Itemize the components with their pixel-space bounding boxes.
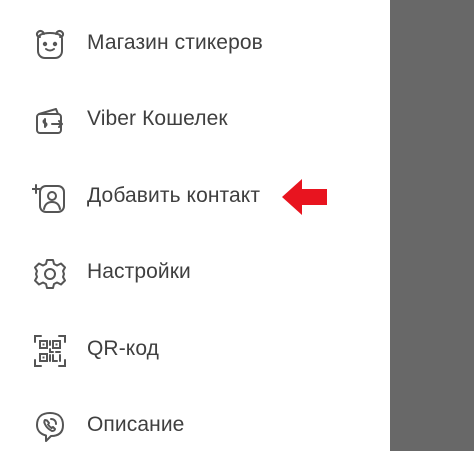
- sticker-bear-icon: [32, 27, 68, 63]
- navigation-drawer: Магазин стикеров Viber Кошелек Добавить …: [0, 0, 390, 451]
- menu-item-sticker-store[interactable]: Магазин стикеров: [0, 14, 390, 74]
- add-contact-icon: [32, 180, 68, 216]
- menu-item-label: QR-код: [87, 337, 159, 360]
- drawer-scrim-overlay[interactable]: [390, 0, 474, 451]
- qr-code-icon: [32, 333, 68, 369]
- menu-item-add-contact[interactable]: Добавить контакт: [0, 167, 390, 227]
- menu-item-settings[interactable]: Настройки: [0, 243, 390, 303]
- gear-icon: [32, 256, 68, 292]
- viber-info-icon: [32, 409, 68, 445]
- menu-item-description[interactable]: Описание: [0, 396, 390, 456]
- menu-item-label: Настройки: [87, 260, 191, 283]
- menu-item-label: Магазин стикеров: [87, 31, 263, 54]
- wallet-icon: [32, 103, 68, 139]
- menu-item-qr-code[interactable]: QR-код: [0, 320, 390, 380]
- menu-item-label: Viber Кошелек: [87, 107, 228, 130]
- menu-item-label: Добавить контакт: [87, 184, 261, 207]
- menu-item-label: Описание: [87, 413, 185, 436]
- red-arrow-icon: [282, 179, 327, 215]
- menu-item-viber-wallet[interactable]: Viber Кошелек: [0, 90, 390, 150]
